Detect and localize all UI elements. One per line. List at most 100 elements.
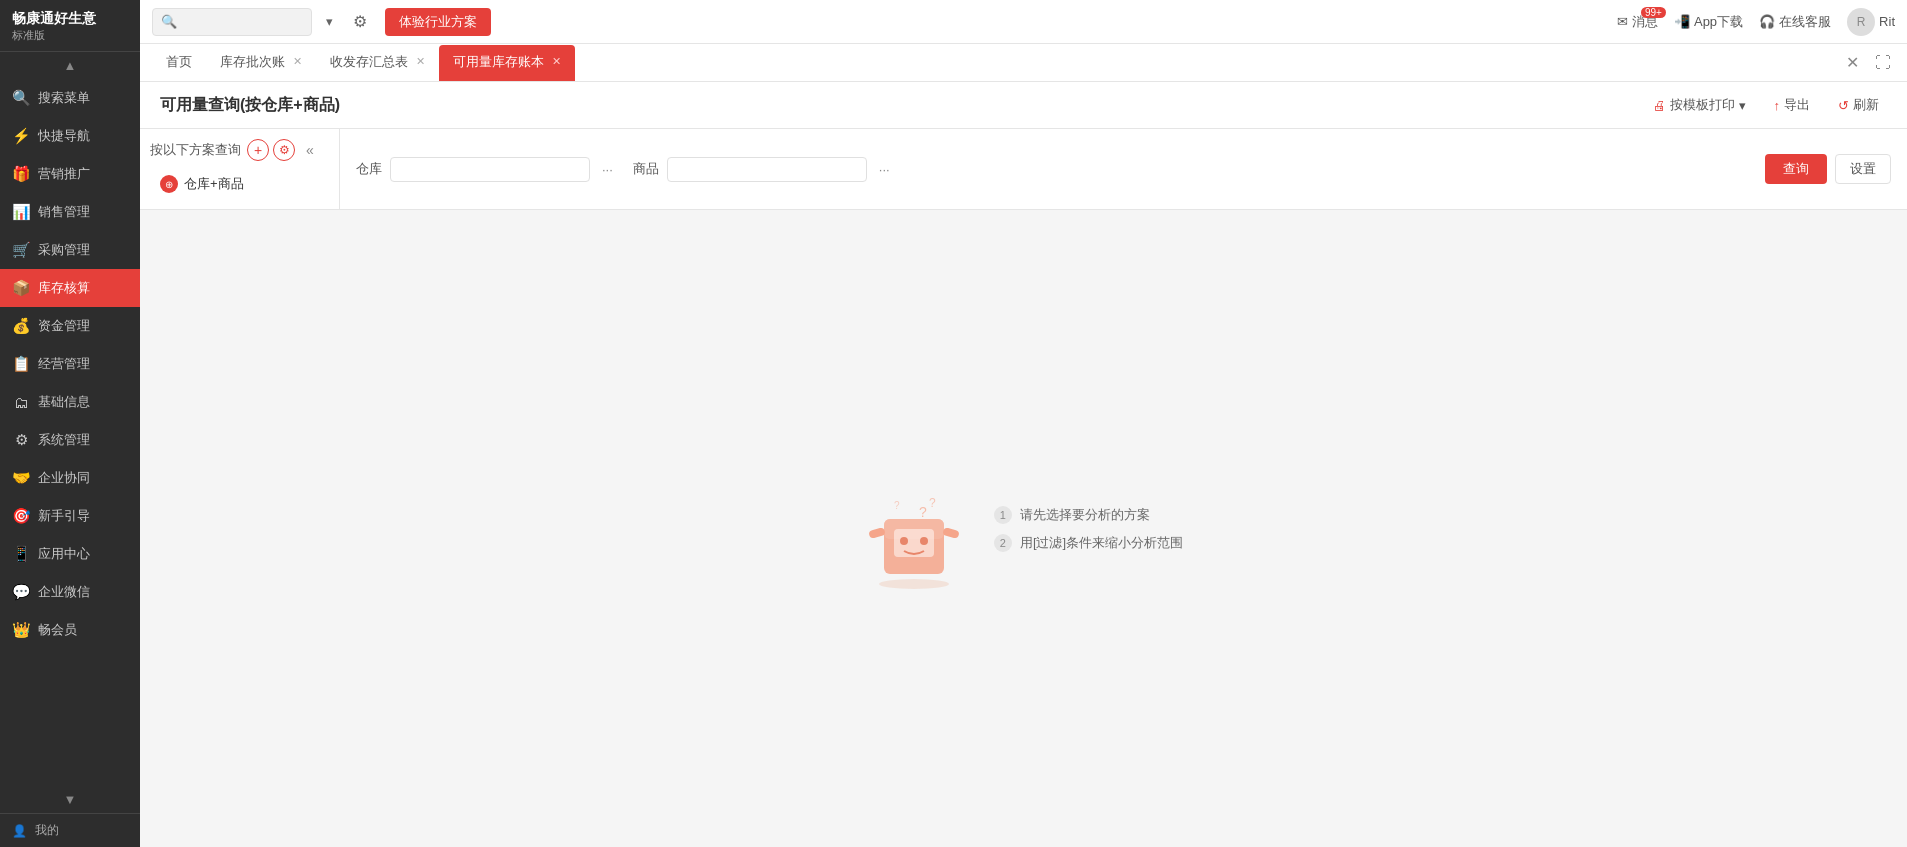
warehouse-more-btn[interactable]: ··· — [598, 158, 617, 181]
print-label: 按模板打印 — [1670, 96, 1735, 114]
goods-filter-input[interactable] — [667, 157, 867, 182]
sidebar-item-label: 销售管理 — [38, 203, 90, 221]
warehouse-filter-label: 仓库 — [356, 160, 382, 178]
topbar-gear-btn[interactable]: ⚙ — [347, 8, 373, 35]
sidebar-item-label: 经营管理 — [38, 355, 90, 373]
topbar: 🔍 ▾ ⚙ 体验行业方案 ✉ 消息 99+ 📲 App下载 🎧 在线客服 — [140, 0, 1907, 44]
sidebar-item-enterprise[interactable]: 🤝 企业协同 — [0, 459, 140, 497]
tab-available-qty[interactable]: 可用量库存账本 ✕ — [439, 45, 575, 81]
warehouse-filter-input[interactable] — [390, 157, 590, 182]
tab-receipt-label: 收发存汇总表 — [330, 53, 408, 71]
empty-state: ? ? ? 1 请先选择要分析的方案 2 用[过滤]条件来缩小分析范围 — [140, 210, 1907, 847]
sidebar-item-sales[interactable]: 📊 销售管理 — [0, 193, 140, 231]
tab-maximize-btn[interactable]: ⛶ — [1871, 50, 1895, 76]
tab-receipt-close[interactable]: ✕ — [416, 55, 425, 68]
sidebar-item-label: 基础信息 — [38, 393, 90, 411]
sidebar-scroll-down[interactable]: ▼ — [0, 786, 140, 813]
goods-filter-field: 商品 ··· — [633, 157, 894, 182]
folder-icon: 🗂 — [12, 394, 30, 411]
sidebar-item-shortcut[interactable]: ⚡ 快捷导航 — [0, 117, 140, 155]
tab-home[interactable]: 首页 — [152, 45, 206, 81]
sidebar-item-finance[interactable]: 💰 资金管理 — [0, 307, 140, 345]
topbar-search-input[interactable] — [181, 15, 303, 29]
empty-illustration: ? ? ? — [864, 479, 964, 579]
sidebar-item-operations[interactable]: 📋 经营管理 — [0, 345, 140, 383]
sidebar-footer[interactable]: 👤 我的 — [0, 813, 140, 847]
sidebar-item-search[interactable]: 🔍 搜索菜单 — [0, 79, 140, 117]
scheme-actions: + ⚙ « — [247, 139, 321, 161]
target-icon: 🎯 — [12, 507, 30, 525]
clipboard-icon: 📋 — [12, 355, 30, 373]
export-icon: ↑ — [1774, 98, 1781, 113]
scheme-item-warehouse-goods[interactable]: ⊕ 仓库+商品 — [150, 169, 329, 199]
sidebar-logo-title: 畅康通好生意 — [12, 10, 128, 28]
tab-available-qty-close[interactable]: ✕ — [552, 55, 561, 68]
sidebar-item-marketing[interactable]: 🎁 营销推广 — [0, 155, 140, 193]
topbar-message-btn[interactable]: ✉ 消息 99+ — [1617, 13, 1658, 31]
topbar-search-box[interactable]: 🔍 — [152, 8, 312, 36]
filter-settings-btn[interactable]: 设置 — [1835, 154, 1891, 184]
money-icon: 💰 — [12, 317, 30, 335]
goods-more-btn[interactable]: ··· — [875, 158, 894, 181]
warehouse-filter-field: 仓库 ··· — [356, 157, 617, 182]
refresh-icon: ↺ — [1838, 98, 1849, 113]
tab-batch-close[interactable]: ✕ — [293, 55, 302, 68]
goods-filter-label: 商品 — [633, 160, 659, 178]
topbar-right: ✉ 消息 99+ 📲 App下载 🎧 在线客服 R Rit — [1617, 8, 1895, 36]
tab-receipt-summary[interactable]: 收发存汇总表 ✕ — [316, 45, 439, 81]
chart-icon: 📊 — [12, 203, 30, 221]
chevron-down-icon: ▾ — [326, 14, 333, 29]
collapse-scheme-btn[interactable]: « — [299, 139, 321, 161]
tip-item-2: 2 用[过滤]条件来缩小分析范围 — [994, 534, 1183, 552]
empty-svg: ? ? ? — [864, 479, 964, 589]
tab-batch-label: 库存批次账 — [220, 53, 285, 71]
empty-tips: 1 请先选择要分析的方案 2 用[过滤]条件来缩小分析范围 — [994, 506, 1183, 552]
sidebar-item-basic-info[interactable]: 🗂 基础信息 — [0, 383, 140, 421]
gift-icon: 🎁 — [12, 165, 30, 183]
sidebar-footer-label: 我的 — [35, 822, 59, 839]
service-icon: 🎧 — [1759, 14, 1775, 29]
sidebar-logo-sub: 标准版 — [12, 28, 128, 43]
print-template-btn[interactable]: 🖨 按模板打印 ▾ — [1645, 92, 1754, 118]
crown-icon: 👑 — [12, 621, 30, 639]
topbar-search-icon: 🔍 — [161, 14, 177, 29]
refresh-label: 刷新 — [1853, 96, 1879, 114]
sidebar: 畅康通好生意 标准版 ▲ 🔍 搜索菜单 ⚡ 快捷导航 🎁 营销推广 📊 销售管理… — [0, 0, 140, 847]
sidebar-item-label: 新手引导 — [38, 507, 90, 525]
svg-point-5 — [920, 537, 928, 545]
query-btn[interactable]: 查询 — [1765, 154, 1827, 184]
topbar-service-btn[interactable]: 🎧 在线客服 — [1759, 13, 1831, 31]
export-btn[interactable]: ↑ 导出 — [1766, 92, 1819, 118]
sidebar-scroll-up[interactable]: ▲ — [0, 52, 140, 79]
sidebar-item-label: 搜索菜单 — [38, 89, 90, 107]
content-area: 可用量查询(按仓库+商品) 🖨 按模板打印 ▾ ↑ 导出 ↺ 刷新 — [140, 82, 1907, 847]
page-title: 可用量查询(按仓库+商品) — [160, 95, 340, 116]
tab-batch-account[interactable]: 库存批次账 ✕ — [206, 45, 316, 81]
topbar-app-download-btn[interactable]: 📲 App下载 — [1674, 13, 1743, 31]
sidebar-item-onboarding[interactable]: 🎯 新手引导 — [0, 497, 140, 535]
topbar-user[interactable]: R Rit — [1847, 8, 1895, 36]
message-badge: 99+ — [1641, 7, 1666, 18]
topbar-dropdown[interactable]: ▾ — [320, 10, 339, 33]
sidebar-item-member[interactable]: 👑 畅会员 — [0, 611, 140, 649]
lightning-icon: ⚡ — [12, 127, 30, 145]
avatar-initial: R — [1857, 15, 1866, 29]
avatar: R — [1847, 8, 1875, 36]
trial-industry-btn[interactable]: 体验行业方案 — [385, 8, 491, 36]
tab-close-all-btn[interactable]: ✕ — [1842, 49, 1863, 76]
page-actions: 🖨 按模板打印 ▾ ↑ 导出 ↺ 刷新 — [1645, 92, 1888, 118]
export-label: 导出 — [1784, 96, 1810, 114]
print-chevron-icon: ▾ — [1739, 98, 1746, 113]
gear-icon: ⚙ — [12, 431, 30, 449]
sidebar-item-wechat[interactable]: 💬 企业微信 — [0, 573, 140, 611]
sidebar-item-purchase[interactable]: 🛒 采购管理 — [0, 231, 140, 269]
sidebar-item-inventory[interactable]: 📦 库存核算 — [0, 269, 140, 307]
add-scheme-btn[interactable]: + — [247, 139, 269, 161]
sidebar-item-system[interactable]: ⚙ 系统管理 — [0, 421, 140, 459]
tip-text-1: 请先选择要分析的方案 — [1020, 506, 1150, 524]
refresh-btn[interactable]: ↺ 刷新 — [1830, 92, 1887, 118]
filter-row: 仓库 ··· 商品 ··· 查询 设置 — [340, 129, 1907, 209]
settings-scheme-btn[interactable]: ⚙ — [273, 139, 295, 161]
sidebar-item-app-center[interactable]: 📱 应用中心 — [0, 535, 140, 573]
sidebar-item-label: 企业微信 — [38, 583, 90, 601]
